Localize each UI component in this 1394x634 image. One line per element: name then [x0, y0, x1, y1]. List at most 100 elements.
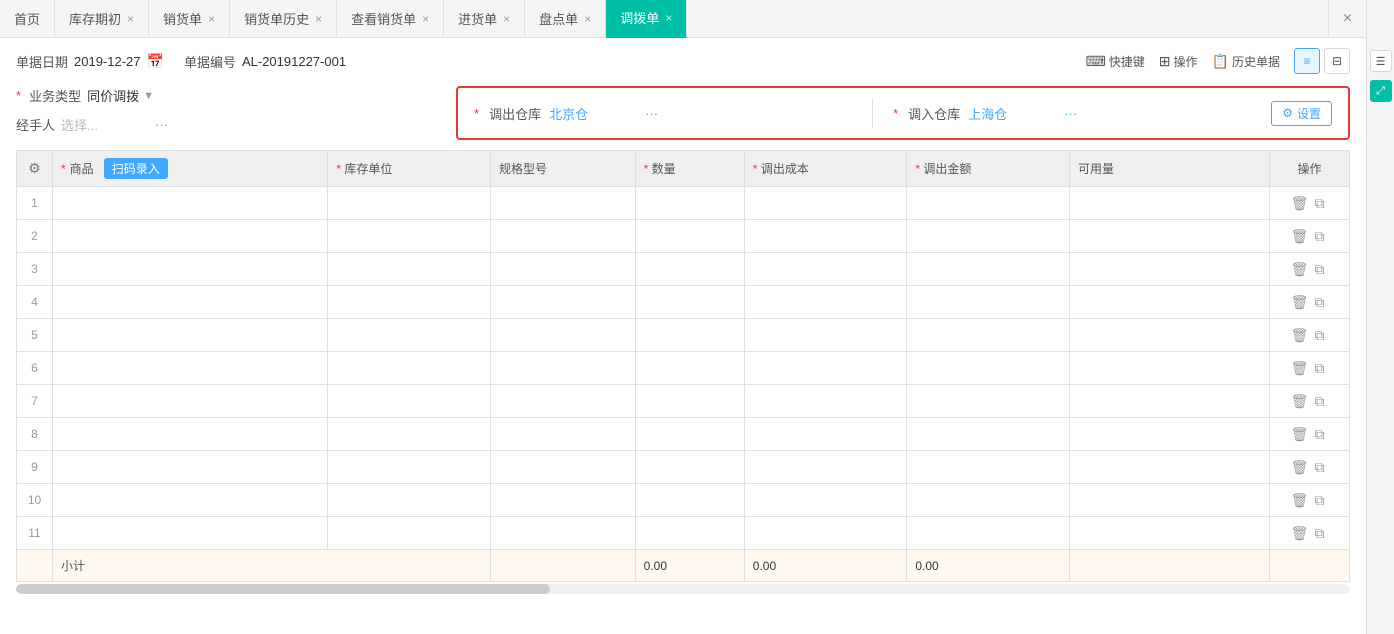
unit-cell[interactable]: [328, 451, 491, 484]
spec-cell[interactable]: [490, 385, 635, 418]
transfer-out-more-icon[interactable]: ···: [645, 106, 658, 121]
amount-cell[interactable]: [907, 385, 1070, 418]
amount-cell[interactable]: [907, 517, 1070, 550]
delete-icon[interactable]: 🗑: [1290, 424, 1310, 444]
horizontal-scrollbar[interactable]: [16, 584, 1350, 594]
cost-cell[interactable]: [744, 352, 907, 385]
amount-cell[interactable]: [907, 286, 1070, 319]
tab-inventory-init-close[interactable]: ×: [127, 12, 134, 26]
tab-inventory-init[interactable]: 库存期初 ×: [55, 0, 149, 38]
spec-cell[interactable]: [490, 220, 635, 253]
product-cell[interactable]: [53, 385, 328, 418]
handler-more-icon[interactable]: ···: [155, 117, 168, 132]
delete-icon[interactable]: 🗑: [1290, 325, 1310, 345]
delete-icon[interactable]: 🗑: [1290, 226, 1310, 246]
copy-icon[interactable]: ⧉: [1310, 226, 1330, 246]
tab-purchase-close[interactable]: ×: [503, 12, 510, 26]
product-cell[interactable]: [53, 319, 328, 352]
product-cell[interactable]: [53, 451, 328, 484]
quantity-cell[interactable]: [635, 319, 744, 352]
tab-sales-order[interactable]: 销货单 ×: [149, 0, 230, 38]
amount-cell[interactable]: [907, 220, 1070, 253]
delete-icon[interactable]: 🗑: [1290, 523, 1310, 543]
shortcut-button[interactable]: ⌨ 快捷键: [1086, 53, 1145, 70]
transfer-in-value[interactable]: 上海仓: [968, 104, 1048, 123]
tab-stocktake[interactable]: 盘点单 ×: [525, 0, 606, 38]
window-close-button[interactable]: ×: [1328, 0, 1366, 38]
spec-cell[interactable]: [490, 253, 635, 286]
quantity-cell[interactable]: [635, 187, 744, 220]
quantity-cell[interactable]: [635, 286, 744, 319]
quantity-cell[interactable]: [635, 451, 744, 484]
unit-cell[interactable]: [328, 220, 491, 253]
tab-sales-order-close[interactable]: ×: [208, 12, 215, 26]
product-cell[interactable]: [53, 220, 328, 253]
tab-view-sales-close[interactable]: ×: [422, 12, 429, 26]
product-cell[interactable]: [53, 517, 328, 550]
spec-cell[interactable]: [490, 517, 635, 550]
tab-transfer[interactable]: 调拨单 ×: [606, 0, 687, 38]
cost-cell[interactable]: [744, 418, 907, 451]
cost-cell[interactable]: [744, 385, 907, 418]
amount-cell[interactable]: [907, 253, 1070, 286]
view-grid-button[interactable]: ⊟: [1324, 48, 1350, 74]
right-panel-expand-button[interactable]: ⤢: [1370, 80, 1392, 102]
quantity-cell[interactable]: [635, 418, 744, 451]
amount-cell[interactable]: [907, 484, 1070, 517]
amount-cell[interactable]: [907, 187, 1070, 220]
spec-cell[interactable]: [490, 286, 635, 319]
copy-icon[interactable]: ⧉: [1310, 490, 1330, 510]
spec-cell[interactable]: [490, 187, 635, 220]
product-cell[interactable]: [53, 352, 328, 385]
copy-icon[interactable]: ⧉: [1310, 523, 1330, 543]
quantity-cell[interactable]: [635, 385, 744, 418]
copy-icon[interactable]: ⧉: [1310, 259, 1330, 279]
delete-icon[interactable]: 🗑: [1290, 259, 1310, 279]
quantity-cell[interactable]: [635, 517, 744, 550]
quantity-cell[interactable]: [635, 220, 744, 253]
cost-cell[interactable]: [744, 187, 907, 220]
unit-cell[interactable]: [328, 319, 491, 352]
delete-icon[interactable]: 🗑: [1290, 292, 1310, 312]
tab-sales-history[interactable]: 销货单历史 ×: [230, 0, 337, 38]
copy-icon[interactable]: ⧉: [1310, 325, 1330, 345]
cost-cell[interactable]: [744, 220, 907, 253]
amount-cell[interactable]: [907, 319, 1070, 352]
available-cell[interactable]: [1070, 451, 1270, 484]
table-settings-icon[interactable]: ⚙: [28, 160, 41, 176]
unit-cell[interactable]: [328, 418, 491, 451]
settings-button[interactable]: ⚙ 设置: [1271, 101, 1332, 126]
spec-cell[interactable]: [490, 352, 635, 385]
handler-placeholder[interactable]: 选择...: [61, 115, 141, 134]
view-list-button[interactable]: ≡: [1294, 48, 1320, 74]
product-cell[interactable]: [53, 187, 328, 220]
product-cell[interactable]: [53, 418, 328, 451]
copy-icon[interactable]: ⧉: [1310, 391, 1330, 411]
delete-icon[interactable]: 🗑: [1290, 490, 1310, 510]
quantity-cell[interactable]: [635, 253, 744, 286]
product-cell[interactable]: [53, 286, 328, 319]
available-cell[interactable]: [1070, 286, 1270, 319]
amount-cell[interactable]: [907, 451, 1070, 484]
copy-icon[interactable]: ⧉: [1310, 457, 1330, 477]
operations-button[interactable]: ⊞ 操作: [1159, 53, 1198, 70]
transfer-in-more-icon[interactable]: ···: [1064, 106, 1077, 121]
unit-cell[interactable]: [328, 517, 491, 550]
available-cell[interactable]: [1070, 484, 1270, 517]
unit-cell[interactable]: [328, 286, 491, 319]
amount-cell[interactable]: [907, 418, 1070, 451]
tab-view-sales[interactable]: 查看销货单 ×: [337, 0, 444, 38]
spec-cell[interactable]: [490, 418, 635, 451]
copy-icon[interactable]: ⧉: [1310, 292, 1330, 312]
available-cell[interactable]: [1070, 319, 1270, 352]
quantity-cell[interactable]: [635, 484, 744, 517]
tab-purchase[interactable]: 进货单 ×: [444, 0, 525, 38]
copy-icon[interactable]: ⧉: [1310, 193, 1330, 213]
available-cell[interactable]: [1070, 352, 1270, 385]
scan-button[interactable]: 扫码录入: [104, 158, 168, 179]
available-cell[interactable]: [1070, 385, 1270, 418]
cost-cell[interactable]: [744, 319, 907, 352]
cost-cell[interactable]: [744, 517, 907, 550]
amount-cell[interactable]: [907, 352, 1070, 385]
copy-icon[interactable]: ⧉: [1310, 358, 1330, 378]
